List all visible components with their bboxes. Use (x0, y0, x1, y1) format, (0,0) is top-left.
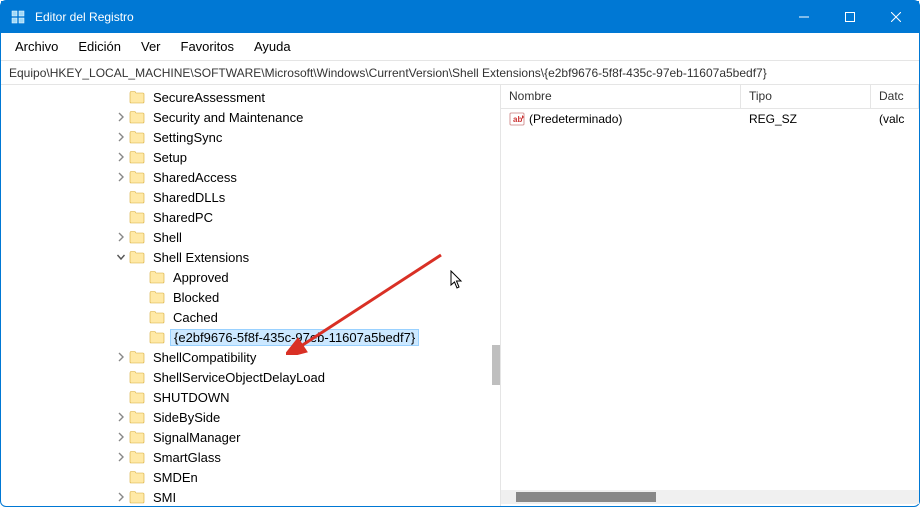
menu-ayuda[interactable]: Ayuda (244, 36, 301, 57)
tree-item[interactable]: Cached (1, 307, 500, 327)
tree-item[interactable]: SharedAccess (1, 167, 500, 187)
values-header: Nombre Tipo Datc (501, 85, 919, 109)
tree-item[interactable]: SignalManager (1, 427, 500, 447)
content-area: SecureAssessment Security and Maintenance… (1, 85, 919, 506)
tree-item[interactable]: SMDEn (1, 467, 500, 487)
address-path: Equipo\HKEY_LOCAL_MACHINE\SOFTWARE\Micro… (9, 66, 767, 80)
tree-item-label: SMDEn (149, 469, 202, 486)
tree-item[interactable]: Shell Extensions (1, 247, 500, 267)
chevron-right-icon[interactable] (113, 429, 129, 445)
maximize-button[interactable] (827, 1, 873, 33)
chevron-right-icon[interactable] (113, 169, 129, 185)
tree-item-label: {e2bf9676-5f8f-435c-97eb-11607a5bedf7} (170, 329, 419, 346)
menubar: Archivo Edición Ver Favoritos Ayuda (1, 33, 919, 61)
menu-favoritos[interactable]: Favoritos (171, 36, 244, 57)
tree-item[interactable]: SharedPC (1, 207, 500, 227)
tree-view: SecureAssessment Security and Maintenance… (1, 85, 500, 506)
tree-item[interactable]: SmartGlass (1, 447, 500, 467)
values-list: ab(Predeterminado)REG_SZ(valc (501, 109, 919, 506)
window-controls (781, 1, 919, 33)
value-row[interactable]: ab(Predeterminado)REG_SZ(valc (501, 109, 919, 129)
tree-item[interactable]: ShellCompatibility (1, 347, 500, 367)
tree-item-label: SharedAccess (149, 169, 241, 186)
tree-item-label: SharedPC (149, 209, 217, 226)
address-bar[interactable]: Equipo\HKEY_LOCAL_MACHINE\SOFTWARE\Micro… (1, 61, 919, 85)
chevron-right-icon[interactable] (113, 409, 129, 425)
minimize-button[interactable] (781, 1, 827, 33)
svg-text:ab: ab (513, 115, 522, 124)
column-header-data[interactable]: Datc (871, 85, 919, 108)
tree-item[interactable]: Blocked (1, 287, 500, 307)
tree-item-label: SettingSync (149, 129, 226, 146)
tree-item-label: Setup (149, 149, 191, 166)
tree-item-label: ShellServiceObjectDelayLoad (149, 369, 329, 386)
chevron-down-icon[interactable] (113, 249, 129, 265)
chevron-right-icon[interactable] (113, 489, 129, 505)
close-button[interactable] (873, 1, 919, 33)
titlebar: Editor del Registro (1, 1, 919, 33)
tree-item[interactable]: SettingSync (1, 127, 500, 147)
tree-item-label: SecureAssessment (149, 89, 269, 106)
tree-item-label: Cached (169, 309, 222, 326)
tree-item-label: Blocked (169, 289, 223, 306)
tree-item-label: Approved (169, 269, 233, 286)
value-name-cell: ab(Predeterminado) (501, 109, 741, 131)
chevron-right-icon[interactable] (113, 109, 129, 125)
tree-item[interactable]: SideBySide (1, 407, 500, 427)
window-title: Editor del Registro (35, 10, 781, 24)
tree-item[interactable]: Approved (1, 267, 500, 287)
tree-item[interactable]: Security and Maintenance (1, 107, 500, 127)
menu-ver[interactable]: Ver (131, 36, 171, 57)
tree-item-label: ShellCompatibility (149, 349, 260, 366)
chevron-right-icon[interactable] (113, 449, 129, 465)
tree-item[interactable]: SMI (1, 487, 500, 506)
chevron-right-icon[interactable] (113, 229, 129, 245)
tree-item-label: SideBySide (149, 409, 224, 426)
tree-panel[interactable]: SecureAssessment Security and Maintenance… (1, 85, 501, 506)
tree-item[interactable]: {e2bf9676-5f8f-435c-97eb-11607a5bedf7} (1, 327, 500, 347)
menu-archivo[interactable]: Archivo (5, 36, 68, 57)
value-data-cell: (valc (871, 109, 919, 130)
tree-item[interactable]: SecureAssessment (1, 87, 500, 107)
tree-item-label: Shell Extensions (149, 249, 253, 266)
values-horizontal-scrollbar[interactable] (501, 490, 919, 504)
tree-item[interactable]: SharedDLLs (1, 187, 500, 207)
chevron-right-icon[interactable] (113, 129, 129, 145)
tree-vertical-scrollbar[interactable] (492, 345, 500, 405)
values-panel[interactable]: Nombre Tipo Datc ab(Predeterminado)REG_S… (501, 85, 919, 506)
tree-item[interactable]: Setup (1, 147, 500, 167)
tree-item-label: SHUTDOWN (149, 389, 234, 406)
tree-item-label: SignalManager (149, 429, 244, 446)
tree-item-label: SharedDLLs (149, 189, 229, 206)
menu-edicion[interactable]: Edición (68, 36, 131, 57)
tree-item[interactable]: SHUTDOWN (1, 387, 500, 407)
tree-item[interactable]: Shell (1, 227, 500, 247)
value-type-cell: REG_SZ (741, 109, 871, 130)
tree-item-label: SMI (149, 489, 180, 506)
tree-item[interactable]: ShellServiceObjectDelayLoad (1, 367, 500, 387)
chevron-right-icon[interactable] (113, 349, 129, 365)
chevron-right-icon[interactable] (113, 149, 129, 165)
tree-item-label: SmartGlass (149, 449, 225, 466)
column-header-type[interactable]: Tipo (741, 85, 871, 108)
column-header-name[interactable]: Nombre (501, 85, 741, 108)
tree-item-label: Security and Maintenance (149, 109, 307, 126)
registry-icon (11, 9, 27, 25)
scrollbar-thumb[interactable] (516, 492, 656, 502)
tree-item-label: Shell (149, 229, 186, 246)
